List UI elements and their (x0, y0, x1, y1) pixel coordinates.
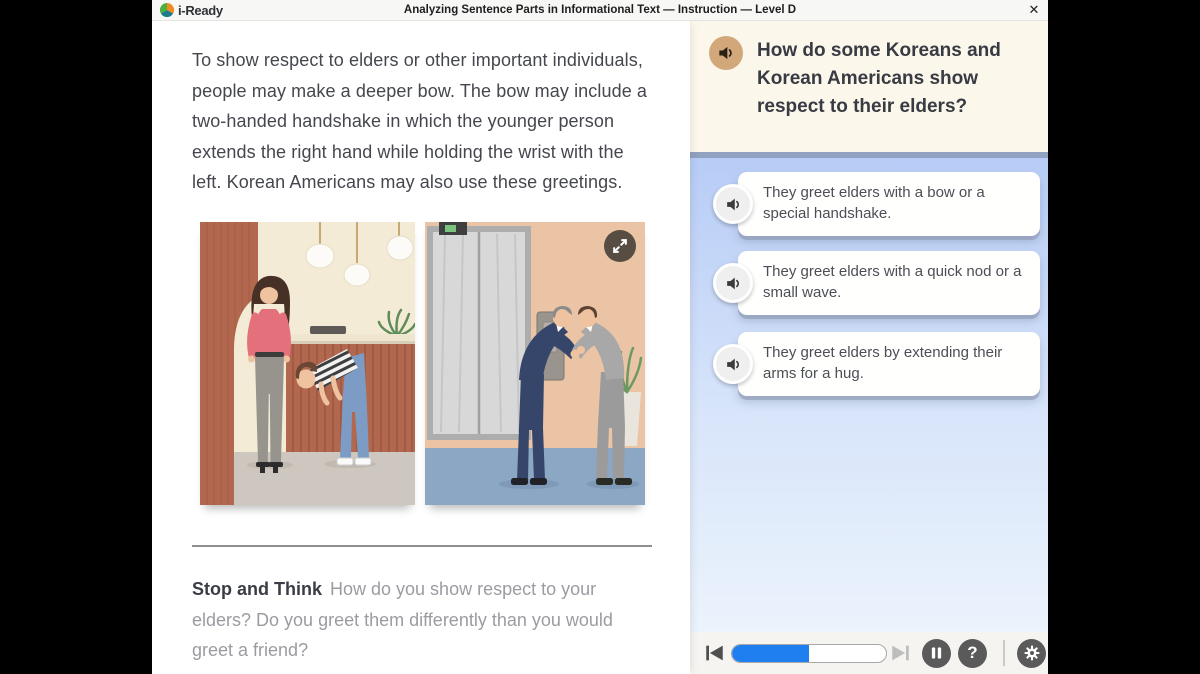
answer-option-3[interactable]: They greet elders by extending their arm… (713, 332, 1040, 396)
skip-forward-button[interactable] (889, 642, 912, 664)
close-button[interactable]: ✕ (1025, 1, 1043, 19)
title-bar: i-Ready Analyzing Sentence Parts in Info… (152, 0, 1048, 21)
answer-options-area: They greet elders with a bow or a specia… (690, 158, 1048, 632)
option-1-audio-button[interactable] (713, 184, 753, 224)
answer-option-1[interactable]: They greet elders with a bow or a specia… (713, 172, 1040, 236)
stop-and-think: Stop and Think How do you show respect to… (192, 574, 658, 666)
option-1-text: They greet elders with a bow or a specia… (763, 184, 985, 222)
answer-option-2[interactable]: They greet elders with a quick nod or a … (713, 251, 1040, 315)
question-box: How do some Koreans and Korean Americans… (690, 21, 1048, 152)
player-divider (1003, 640, 1005, 666)
pause-button[interactable] (922, 638, 951, 668)
question-text: How do some Koreans and Korean Americans… (757, 40, 1001, 117)
option-3-audio-button[interactable] (713, 344, 753, 384)
men-bowing-two-handed-handshake-illustration (425, 222, 645, 505)
stop-and-think-label: Stop and Think (192, 579, 322, 599)
question-pane: How do some Koreans and Korean Americans… (690, 21, 1048, 674)
illustration-row (200, 222, 645, 505)
help-button[interactable]: ? (958, 638, 987, 668)
speaker-icon (726, 358, 739, 370)
player-bar: ? (690, 632, 1048, 674)
option-2-audio-button[interactable] (713, 263, 753, 303)
audio-progress-bar[interactable] (731, 644, 887, 663)
settings-gear-icon (1024, 645, 1039, 661)
skip-forward-icon (892, 645, 909, 661)
audio-progress-fill (732, 645, 809, 662)
section-divider (192, 545, 652, 547)
expand-arrows-icon (613, 239, 627, 253)
pause-icon (931, 647, 942, 659)
iready-lesson-window: i-Ready Analyzing Sentence Parts in Info… (152, 0, 1048, 674)
expand-image-button[interactable] (604, 230, 636, 262)
lesson-title: Analyzing Sentence Parts in Informationa… (403, 4, 797, 16)
reading-pane: To show respect to elders or other impor… (152, 21, 690, 674)
skip-back-icon (706, 645, 723, 661)
skip-back-button[interactable] (703, 642, 726, 664)
lesson-paragraph: To show respect to elders or other impor… (192, 50, 648, 193)
question-audio-button[interactable] (709, 36, 743, 70)
speaker-icon (726, 198, 739, 210)
speaker-icon (719, 46, 732, 60)
settings-button[interactable] (1017, 638, 1046, 668)
option-2-text: They greet elders with a quick nod or a … (763, 263, 1022, 301)
option-3-text: They greet elders by extending their arm… (763, 344, 1003, 382)
boy-bowing-to-woman-illustration (200, 222, 417, 505)
speaker-icon (726, 277, 739, 289)
